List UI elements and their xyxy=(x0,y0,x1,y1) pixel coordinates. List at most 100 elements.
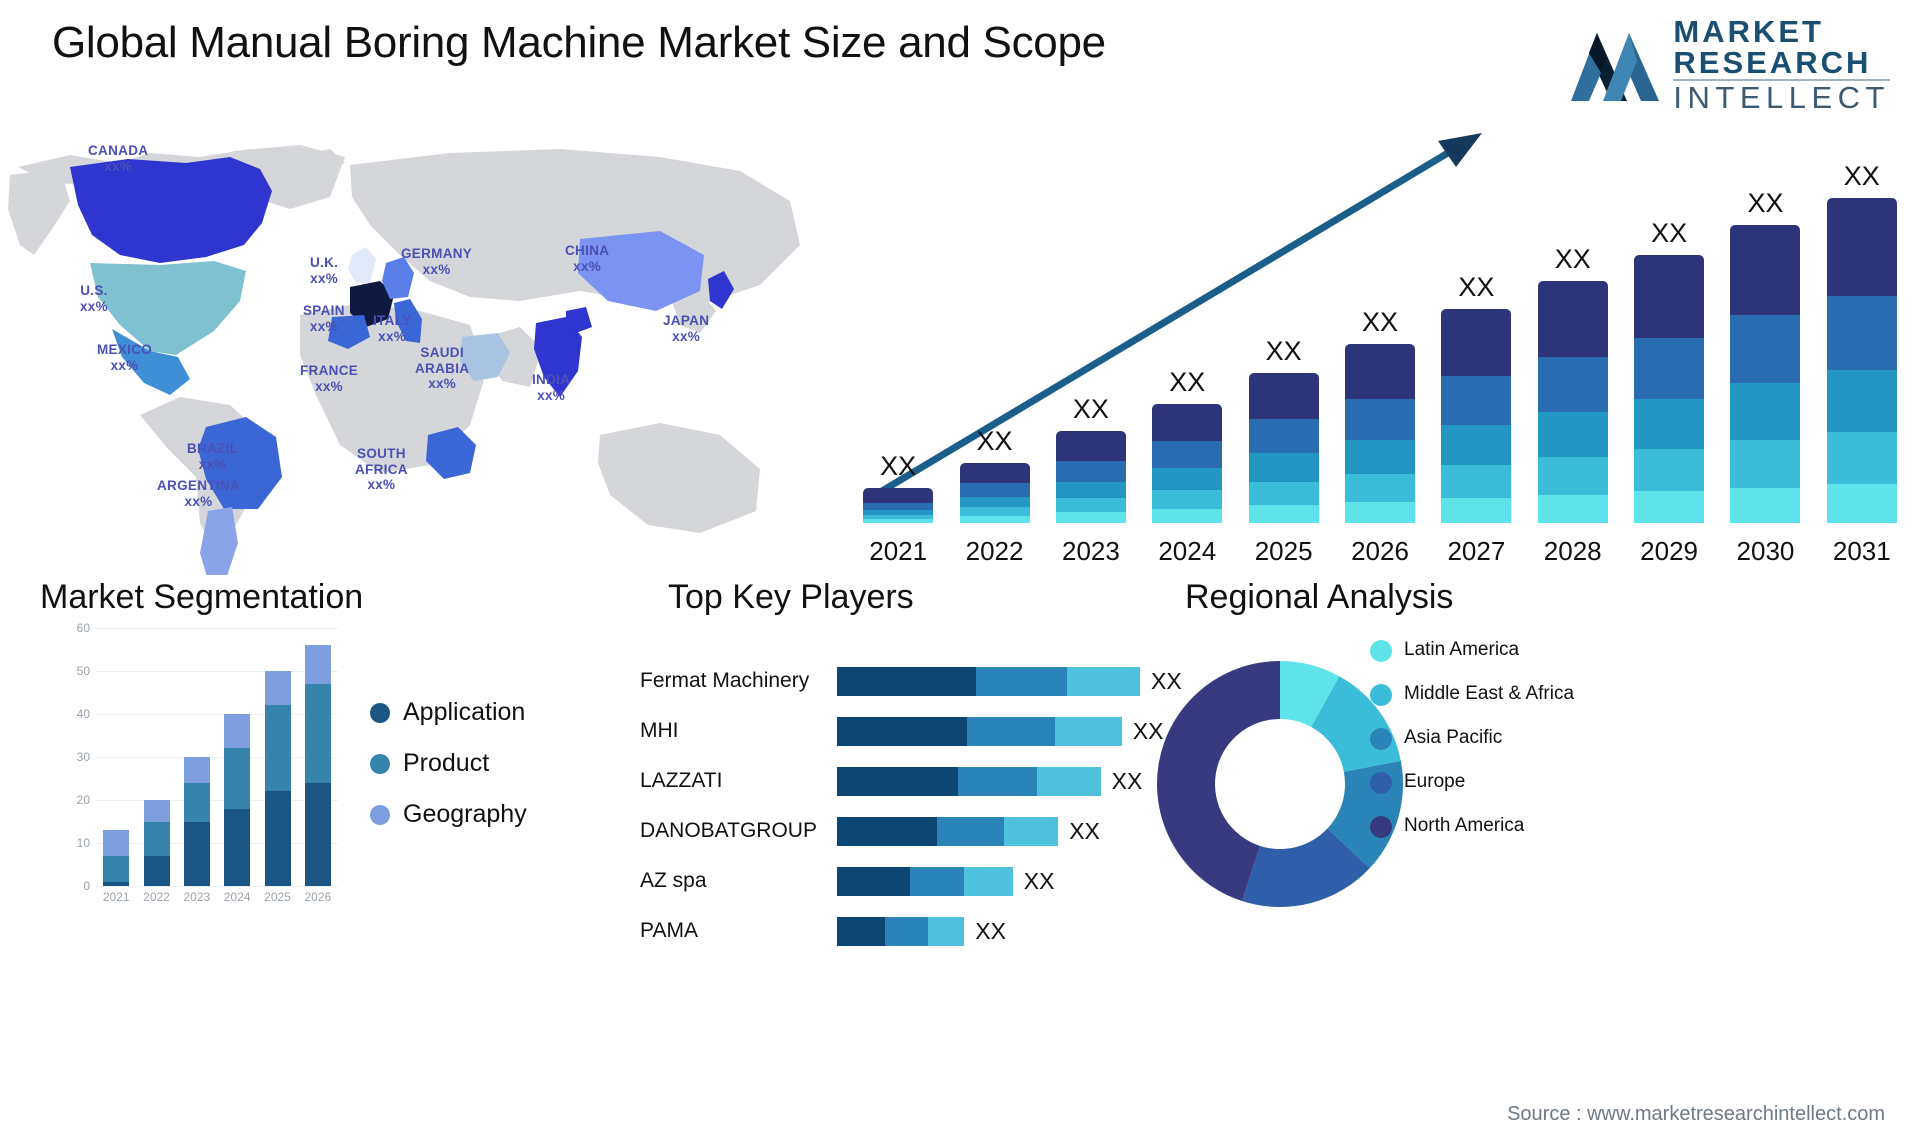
segmentation-x-tick-2025: 2025 xyxy=(264,890,291,904)
map-country-us xyxy=(90,261,246,355)
player-row: PAMA XX xyxy=(640,916,1006,946)
map-label-country: FRANCE xyxy=(300,363,359,378)
player-bar xyxy=(837,916,965,946)
map-label-value: xx% xyxy=(309,318,338,334)
player-bar-segment-part-a xyxy=(837,716,968,746)
segmentation-legend: Application Product Geography xyxy=(370,698,527,851)
growth-bar-value-2029: XX xyxy=(1651,218,1688,249)
segmentation-legend-item-geography[interactable]: Geography xyxy=(370,800,527,829)
growth-bar-segment-segment-2 xyxy=(1055,461,1126,482)
growth-bar-value-2023: XX xyxy=(1072,394,1109,425)
growth-bar-segment-segment-1-top xyxy=(1441,309,1512,377)
segmentation-legend-item-application[interactable]: Application xyxy=(370,698,527,727)
player-bar-segment-part-a xyxy=(837,766,959,796)
regional-legend-item-north-america[interactable]: North America xyxy=(1370,814,1574,838)
map-label-country: CANADA xyxy=(88,143,149,158)
regional-legend-item-asia-pacific[interactable]: Asia Pacific xyxy=(1370,726,1574,750)
growth-bar-segment-segment-2 xyxy=(959,483,1030,497)
legend-dot-icon xyxy=(1370,816,1392,838)
player-name: LAZZATI xyxy=(640,769,723,792)
growth-axis-year-2021: 2021 xyxy=(869,536,928,566)
growth-bar-segment-segment-1-top xyxy=(1345,343,1415,400)
growth-bar-2025 xyxy=(1248,372,1319,523)
segmentation-y-tick: 30 xyxy=(76,750,90,764)
segmentation-y-tick: 10 xyxy=(76,836,90,850)
growth-bar-segment-segment-2 xyxy=(1730,315,1801,384)
segmentation-segment-geography xyxy=(224,714,251,749)
map-label-value: xx% xyxy=(184,493,213,509)
segmentation-segment-geography xyxy=(183,757,210,783)
growth-bar-segment-segment-4 xyxy=(959,507,1030,516)
regional-legend-item-latin-america[interactable]: Latin America xyxy=(1370,638,1574,662)
regional-legend-item-europe[interactable]: Europe xyxy=(1370,770,1574,794)
growth-bar-segment-segment-5-bottom xyxy=(1537,494,1608,523)
growth-bar-segment-segment-4 xyxy=(1537,456,1608,495)
map-label-france: FRANCE xx% xyxy=(300,363,358,394)
map-label-value: xx% xyxy=(422,261,451,277)
segmentation-legend-label: Product xyxy=(403,749,490,777)
player-bar xyxy=(837,866,1013,896)
map-label-mexico: MEXICO xx% xyxy=(97,342,152,373)
legend-dot-icon xyxy=(370,702,390,723)
growth-bar-value-2024: XX xyxy=(1169,366,1206,397)
growth-bar-segment-segment-4 xyxy=(1345,473,1415,502)
logo-mountain-icon xyxy=(1571,32,1660,101)
segmentation-bar-2021 xyxy=(103,830,130,886)
regional-legend-item-middle-east-africa[interactable]: Middle East & Africa xyxy=(1370,682,1574,706)
growth-bar-segment-segment-2 xyxy=(1152,440,1223,469)
map-label-country: INDIA xyxy=(532,372,571,387)
segmentation-segment-product xyxy=(183,782,210,822)
map-label-u-k: U.K. xx% xyxy=(310,255,338,286)
growth-bar-segment-segment-5-bottom xyxy=(1055,512,1126,523)
map-label-spain: SPAIN xx% xyxy=(303,303,345,334)
source-text: Source : www.marketresearchintellect.com xyxy=(1507,1103,1885,1125)
growth-bar-segment-segment-1-top xyxy=(1152,403,1223,441)
segmentation-x-tick-2022: 2022 xyxy=(143,890,170,904)
growth-bar-segment-segment-5-bottom xyxy=(1826,484,1897,523)
growth-bar-segment-segment-3 xyxy=(1248,453,1319,482)
segmentation-y-tick: 40 xyxy=(76,707,90,721)
growth-bar-2024 xyxy=(1152,403,1223,523)
world-map-panel: CANADA xx% U.S. xx% MEXICO xx% BRAZIL xx% ARGENT… xyxy=(0,105,830,575)
map-label-country: JAPAN xyxy=(663,313,710,328)
player-bar-segment-part-b xyxy=(885,916,928,946)
map-label-value: xx% xyxy=(104,158,133,174)
growth-bar-segment-segment-5-bottom xyxy=(1248,505,1319,523)
segmentation-legend-item-product[interactable]: Product xyxy=(370,749,527,778)
growth-bar-segment-segment-3 xyxy=(1634,398,1705,449)
growth-bar-segment-segment-5-bottom xyxy=(1152,508,1223,523)
segmentation-segment-application xyxy=(103,881,130,886)
growth-axis-year-2026: 2026 xyxy=(1351,536,1409,566)
logo-wordmark: MARKET RESEARCH INTELLECT xyxy=(1673,16,1890,113)
player-bar-segment-part-c xyxy=(927,916,965,946)
player-name: Fermat Machinery xyxy=(640,669,810,692)
map-label-value: xx% xyxy=(573,258,602,274)
segmentation-y-tick: 20 xyxy=(76,793,90,807)
segmentation-x-tick-2021: 2021 xyxy=(102,890,130,904)
growth-bar-segment-segment-2 xyxy=(1345,399,1415,441)
segmentation-x-tick-2024: 2024 xyxy=(223,890,251,904)
market-segmentation-chart: 0 10 20 30 40 50 60 2021 2022 2023 2024 2025 2026 Ap… xyxy=(40,610,640,920)
market-growth-chart: XX XX XX XX XX XX XX XX XX XX XX 2021 2022 2023 2024 2… xyxy=(830,105,1920,575)
growth-bar-value-2027: XX xyxy=(1458,272,1495,303)
player-bar-segment-part-b xyxy=(936,816,1004,846)
growth-bar-segment-segment-5-bottom xyxy=(1730,487,1801,523)
growth-bar-segment-segment-2 xyxy=(1537,357,1608,412)
player-name: AZ spa xyxy=(640,869,707,892)
segmentation-x-tick-2023: 2023 xyxy=(183,890,211,904)
growth-bar-segment-segment-3 xyxy=(1055,481,1126,499)
segmentation-segment-application xyxy=(304,782,331,886)
map-label-japan: JAPAN xx% xyxy=(663,313,709,344)
map-label-india: INDIA xx% xyxy=(532,372,570,403)
segmentation-segment-product xyxy=(264,705,291,792)
player-bar xyxy=(837,766,1101,796)
segmentation-bar-2024 xyxy=(224,714,251,886)
legend-dot-icon xyxy=(370,804,390,825)
regional-legend-label: North America xyxy=(1404,815,1525,836)
segmentation-segment-application xyxy=(224,808,251,886)
growth-bar-segment-segment-4 xyxy=(1055,498,1126,513)
map-country-south-africa xyxy=(426,427,476,479)
growth-bar-2026 xyxy=(1345,343,1415,523)
growth-bar-segment-segment-1-top xyxy=(1537,281,1608,357)
segmentation-gridline xyxy=(96,886,338,887)
